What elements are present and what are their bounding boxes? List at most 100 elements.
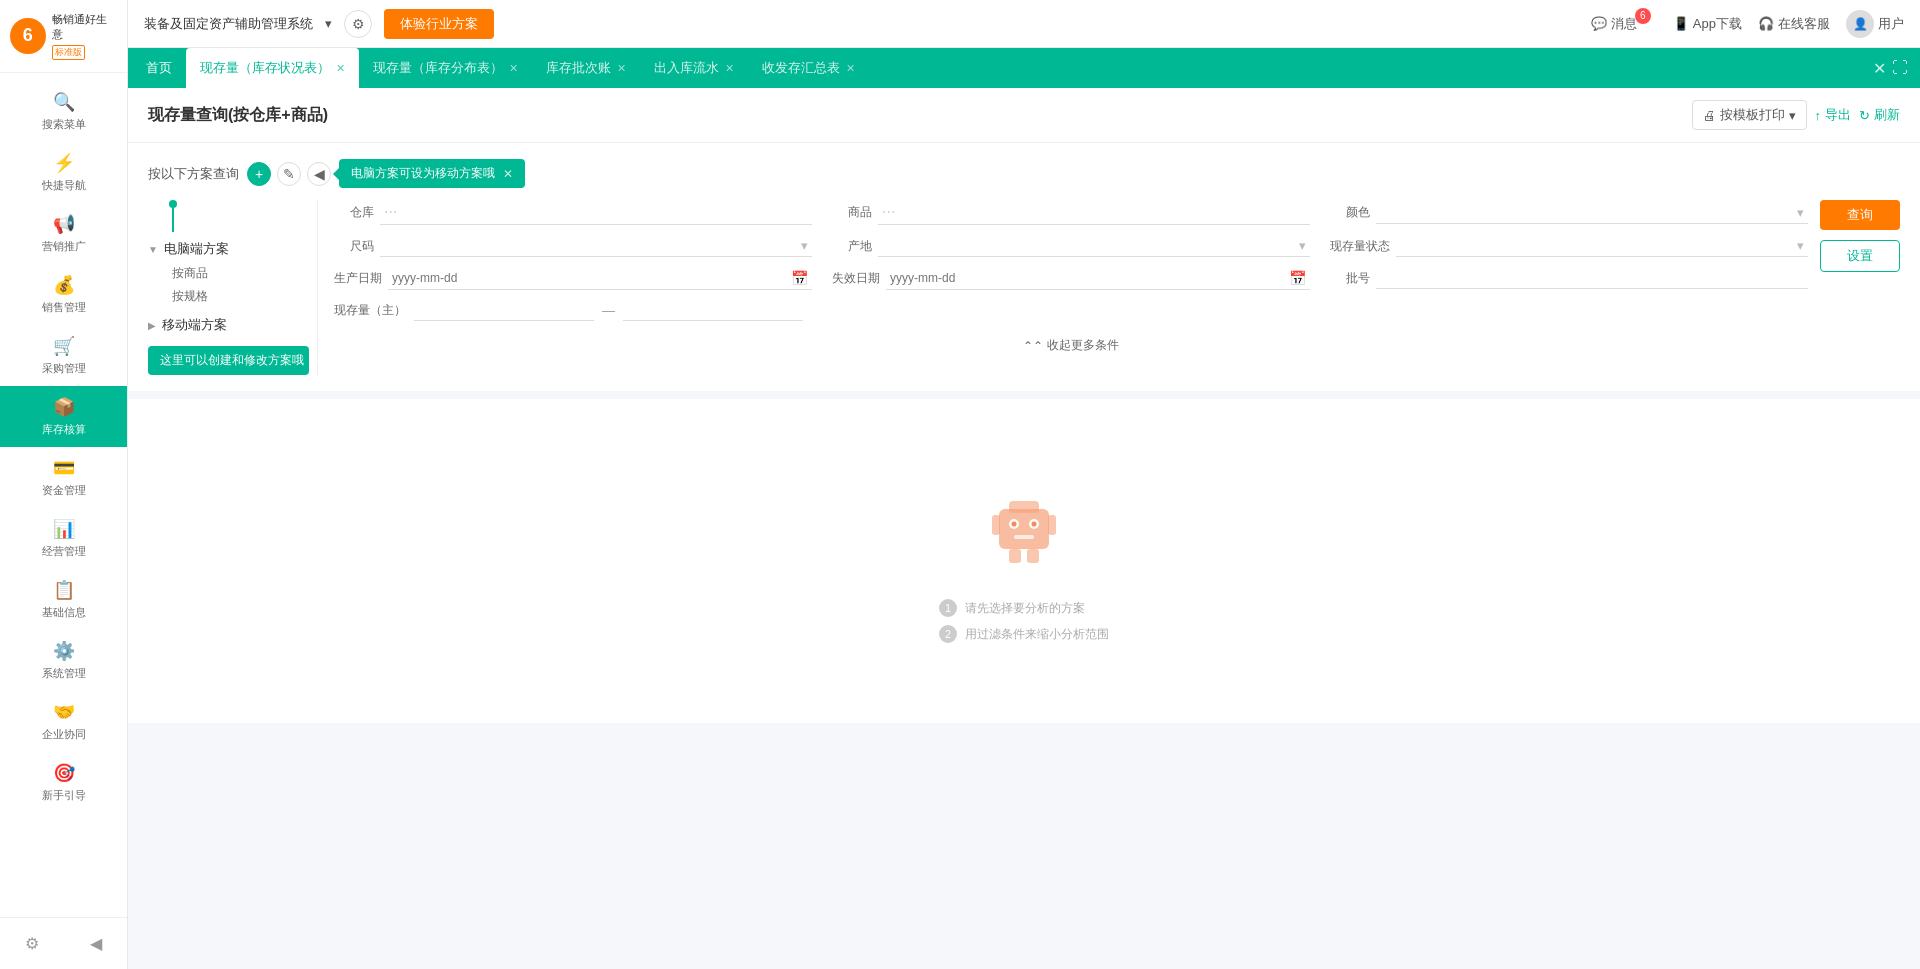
online-support-button[interactable]: 🎧 在线客服	[1758, 15, 1830, 33]
close-icon[interactable]: ✕	[336, 62, 345, 75]
close-icon[interactable]: ✕	[725, 62, 734, 75]
sidebar-item-operations[interactable]: 📊 经营管理	[0, 508, 127, 569]
sidebar-item-system[interactable]: ⚙️ 系统管理	[0, 630, 127, 691]
tab-home[interactable]: 首页	[132, 48, 186, 88]
empty-step-1: 1 请先选择要分析的方案	[939, 599, 1109, 617]
close-all-button[interactable]: ✕	[1873, 59, 1886, 78]
tab-batch-account[interactable]: 库存批次账 ✕	[532, 48, 640, 88]
edit-scheme-button[interactable]: ✎	[277, 162, 301, 186]
scheme-group-mobile-header[interactable]: ▶ 移动端方案	[148, 312, 309, 338]
support-icon: 🎧	[1758, 16, 1774, 31]
sidebar-item-cooperation[interactable]: 🤝 企业协同	[0, 691, 127, 752]
origin-control[interactable]: ▾	[878, 235, 1310, 257]
user-menu[interactable]: 👤 用户	[1846, 10, 1904, 38]
print-button[interactable]: 🖨 按模板打印 ▾	[1692, 100, 1807, 130]
scheme-item-spec[interactable]: 按规格	[148, 285, 309, 308]
sidebar-collapse-button[interactable]: ◀	[84, 928, 108, 959]
main-area: 装备及固定资产辅助管理系统 ▾ ⚙ 体验行业方案 💬 消息 6 📱 App下载 …	[128, 0, 1920, 969]
refresh-button[interactable]: ↻ 刷新	[1859, 106, 1900, 124]
message-button[interactable]: 💬 消息 6	[1591, 15, 1657, 33]
prod-date-label: 生产日期	[334, 270, 382, 287]
sidebar-item-finance[interactable]: 💳 资金管理	[0, 447, 127, 508]
expire-date-field: 失效日期 📅	[832, 267, 1310, 290]
sidebar-item-guide[interactable]: 🎯 新手引导	[0, 752, 127, 813]
sidebar-item-inventory[interactable]: 📦 库存核算	[0, 386, 127, 447]
guide-icon: 🎯	[53, 762, 75, 784]
svg-rect-0	[999, 509, 1049, 549]
export-button[interactable]: ↑ 导出	[1815, 106, 1852, 124]
message-badge: 6	[1635, 8, 1651, 24]
sidebar: 6 畅销通好生意 标准版 🔍 搜索菜单 ⚡ 快捷导航 📢 营销推广 💰 销售管理…	[0, 0, 128, 969]
scheme-tooltip-text: 电脑方案可设为移动方案哦	[351, 165, 495, 182]
header-left: 装备及固定资产辅助管理系统 ▾ ⚙ 体验行业方案	[144, 9, 494, 39]
sidebar-item-marketing[interactable]: 📢 营销推广	[0, 203, 127, 264]
add-scheme-button[interactable]: +	[247, 162, 271, 186]
close-icon[interactable]: ✕	[617, 62, 626, 75]
app-download-button[interactable]: 📱 App下载	[1673, 15, 1742, 33]
industry-button[interactable]: 体验行业方案	[384, 9, 494, 39]
sidebar-item-quicknav[interactable]: ⚡ 快捷导航	[0, 142, 127, 203]
page-header: 现存量查询(按仓库+商品) 🖨 按模板打印 ▾ ↑ 导出 ↻ 刷新	[128, 88, 1920, 143]
cooperation-icon: 🤝	[53, 701, 75, 723]
batch-no-field: 批号	[1330, 267, 1808, 290]
tabs-actions: ✕ ⛶	[1873, 59, 1916, 78]
chevron-down-icon: ▾	[1797, 205, 1804, 220]
batch-no-label: 批号	[1330, 270, 1370, 287]
filter-label: 按以下方案查询	[148, 165, 239, 183]
back-scheme-button[interactable]: ◀	[307, 162, 331, 186]
scheme-item-goods[interactable]: 按商品	[148, 262, 309, 285]
scheme-tooltip-close[interactable]: ✕	[503, 167, 513, 181]
tab-receive-summary[interactable]: 收发存汇总表 ✕	[748, 48, 869, 88]
size-control[interactable]: ▾	[380, 235, 812, 257]
step-2-num: 2	[939, 625, 957, 643]
prod-date-input[interactable]	[392, 271, 787, 285]
finance-icon: 💳	[53, 457, 75, 479]
tab-inventory-dist[interactable]: 现存量（库存分布表） ✕	[359, 48, 532, 88]
scheme-group-desktop-header[interactable]: ▼ 电脑端方案	[148, 236, 309, 262]
origin-label: 产地	[832, 238, 872, 255]
expire-date-control: 📅	[886, 267, 1310, 290]
inventory-qty-end-input[interactable]	[627, 303, 799, 317]
filter-row-2: 尺码 ▾ 产地 ▾	[334, 235, 1808, 257]
expire-date-input[interactable]	[890, 271, 1285, 285]
logo-badge: 标准版	[52, 45, 85, 60]
sidebar-item-purchase[interactable]: 🛒 采购管理	[0, 325, 127, 386]
sidebar-item-basic[interactable]: 📋 基础信息	[0, 569, 127, 630]
avatar: 👤	[1846, 10, 1874, 38]
system-selector[interactable]: ▾	[325, 16, 332, 31]
svg-rect-6	[1014, 535, 1034, 539]
tab-inventory-status[interactable]: 现存量（库存状况表） ✕	[186, 48, 359, 88]
search-actions: 查询 设置	[1820, 200, 1900, 272]
fullscreen-button[interactable]: ⛶	[1892, 59, 1908, 78]
connector-line	[172, 208, 174, 232]
reset-button[interactable]: 设置	[1820, 240, 1900, 272]
settings-button[interactable]: ⚙	[344, 10, 372, 38]
collapse-button[interactable]: ⌃⌃ 收起更多条件	[1023, 337, 1119, 354]
sidebar-settings-button[interactable]: ⚙	[19, 928, 45, 959]
connector-dot	[169, 200, 177, 208]
close-icon[interactable]: ✕	[846, 62, 855, 75]
color-control[interactable]: ▾	[1376, 202, 1808, 224]
calendar-icon[interactable]: 📅	[791, 270, 808, 286]
inventory-status-control[interactable]: ▾	[1396, 235, 1808, 257]
chevron-down-icon: ▾	[1789, 108, 1796, 123]
chevron-down-icon: ▾	[1797, 238, 1804, 253]
size-label: 尺码	[334, 238, 374, 255]
close-icon[interactable]: ✕	[509, 62, 518, 75]
filter-row-1: 仓库 ··· 商品 ··· 颜色	[334, 200, 1808, 225]
scheme-create-tooltip: 这里可以创建和修改方案哦 ✕	[148, 346, 309, 375]
tab-inout-flow[interactable]: 出入库流水 ✕	[640, 48, 748, 88]
batch-no-input[interactable]	[1380, 271, 1804, 285]
page-actions: 🖨 按模板打印 ▾ ↑ 导出 ↻ 刷新	[1692, 100, 1901, 130]
calendar-icon[interactable]: 📅	[1289, 270, 1306, 286]
inventory-qty-end	[623, 300, 803, 321]
filter-fields: 仓库 ··· 商品 ··· 颜色	[318, 200, 1808, 354]
dots-icon: ···	[882, 203, 895, 221]
search-button[interactable]: 查询	[1820, 200, 1900, 230]
system-icon: ⚙️	[53, 640, 75, 662]
sidebar-item-search[interactable]: 🔍 搜索菜单	[0, 81, 127, 142]
scheme-create-close[interactable]: ✕	[312, 354, 322, 368]
sidebar-item-sales[interactable]: 💰 销售管理	[0, 264, 127, 325]
scheme-group-desktop-label: 电脑端方案	[164, 240, 229, 258]
inventory-qty-start-input[interactable]	[418, 303, 590, 317]
